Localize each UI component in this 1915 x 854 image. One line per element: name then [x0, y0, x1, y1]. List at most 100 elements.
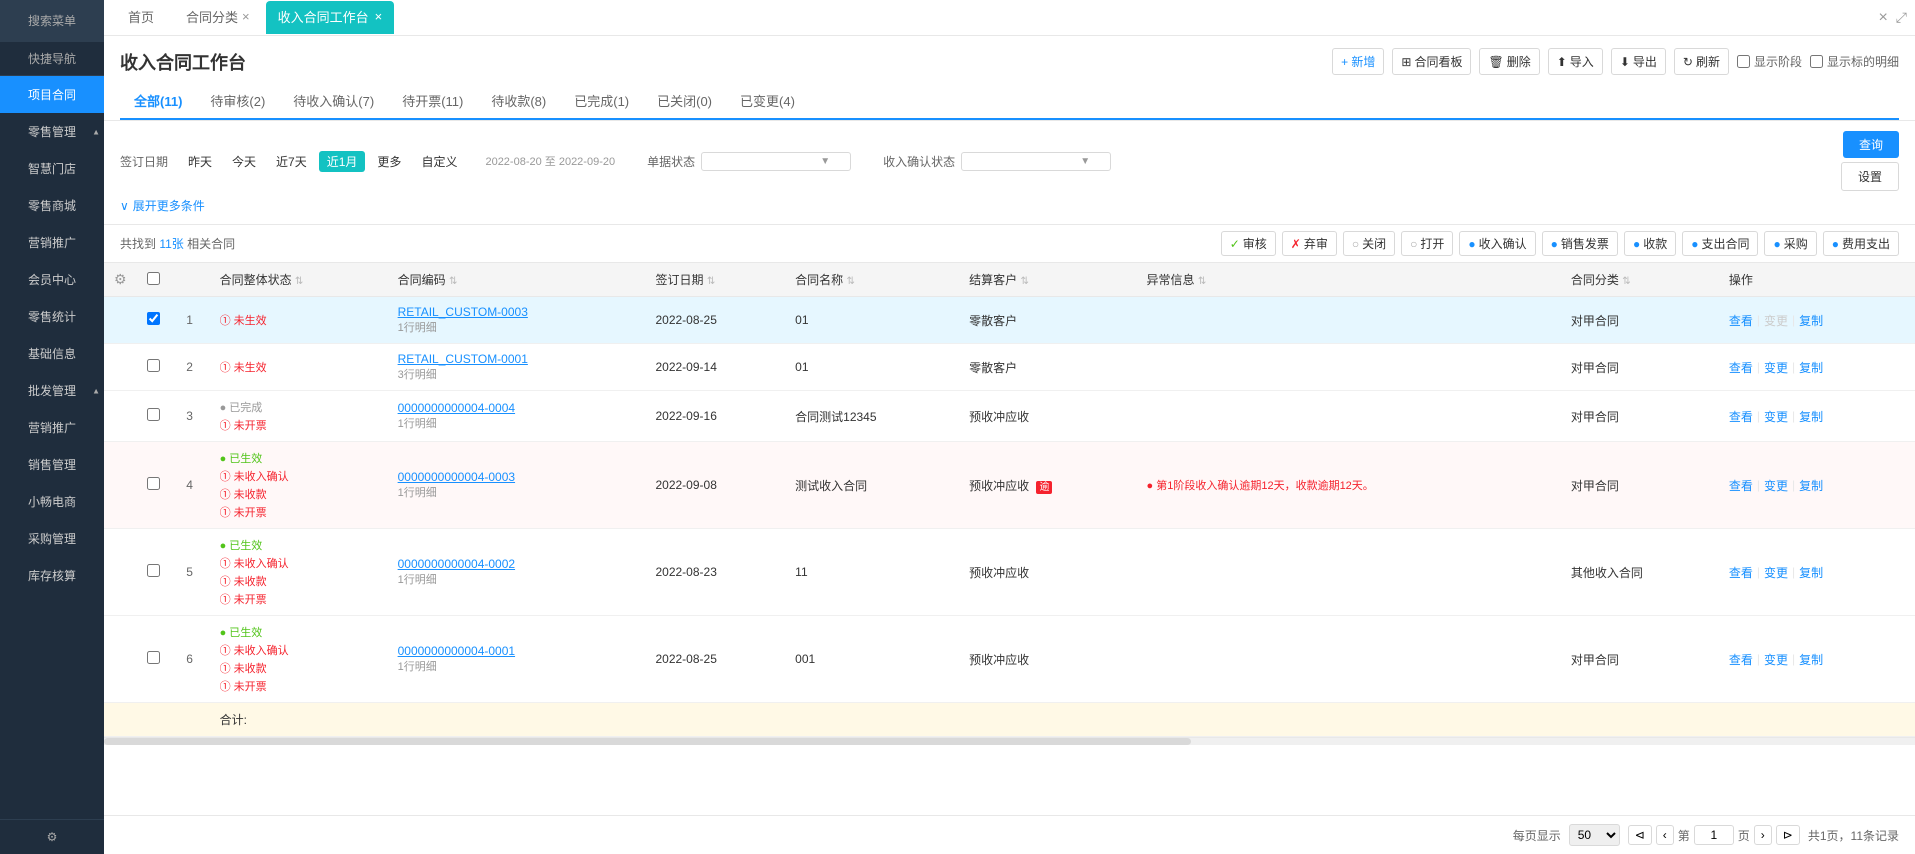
sort-error-icon[interactable]: ⇅	[1198, 276, 1206, 287]
subtab-changed[interactable]: 已变更(4)	[726, 83, 809, 120]
contract-link-6[interactable]: 0000000000004-0001	[398, 644, 515, 658]
row-checkbox-6[interactable]	[147, 651, 160, 664]
sidebar-settings[interactable]: ⚙	[0, 819, 104, 854]
sort-customer-icon[interactable]: ⇅	[1020, 276, 1028, 287]
tab-home[interactable]: 首页	[112, 0, 170, 36]
date-week7[interactable]: 近7天	[268, 151, 315, 172]
next-page-btn[interactable]: ›	[1754, 825, 1772, 845]
sidebar-item-stats[interactable]: 零售统计	[0, 298, 104, 335]
confirm-status-select[interactable]: ▼	[961, 152, 1111, 171]
sort-status-icon[interactable]: ⇅	[295, 276, 303, 287]
status-select[interactable]: ▼	[701, 152, 851, 171]
subtab-pending-invoice[interactable]: 待开票(11)	[388, 83, 477, 120]
op-copy-2[interactable]: 复制	[1799, 359, 1823, 376]
window-maximize-btn[interactable]: ⤢	[1896, 9, 1907, 26]
op-view-3[interactable]: 查看	[1729, 408, 1753, 425]
sidebar-item-member[interactable]: 会员中心	[0, 261, 104, 298]
sort-code-icon[interactable]: ⇅	[449, 276, 457, 287]
op-copy-5[interactable]: 复制	[1799, 564, 1823, 581]
close-btn[interactable]: ○ 关闭	[1343, 231, 1395, 256]
sidebar-item-xiaochang[interactable]: 小畅电商	[0, 483, 104, 520]
tab-close-income[interactable]: ×	[375, 9, 383, 24]
op-copy-6[interactable]: 复制	[1799, 651, 1823, 668]
op-change-5[interactable]: 变更	[1764, 564, 1788, 581]
refresh-button[interactable]: ↻ 刷新	[1674, 48, 1729, 75]
payout-btn[interactable]: ● 支出合同	[1682, 231, 1758, 256]
page-size-select[interactable]: 50 20 100	[1569, 824, 1620, 846]
show-stage-check[interactable]: 显示阶段	[1737, 53, 1802, 70]
import-button[interactable]: ⬆ 导入	[1548, 48, 1603, 75]
row-checkbox-2[interactable]	[147, 359, 160, 372]
op-view-4[interactable]: 查看	[1729, 477, 1753, 494]
op-change-4[interactable]: 变更	[1764, 477, 1788, 494]
sidebar-search[interactable]: 搜索菜单	[0, 0, 104, 42]
last-page-btn[interactable]: ⊳	[1776, 825, 1800, 845]
page-input[interactable]	[1694, 825, 1734, 845]
sidebar-item-sales-mkt[interactable]: 营销推广	[0, 409, 104, 446]
op-copy-1[interactable]: 复制	[1799, 312, 1823, 329]
expand-filter-btn[interactable]: ∨ 展开更多条件	[120, 197, 1899, 214]
open-btn[interactable]: ○ 打开	[1401, 231, 1453, 256]
review-btn[interactable]: ✓ 审核	[1221, 231, 1276, 256]
subtab-all[interactable]: 全部(11)	[120, 83, 196, 120]
sidebar-item-purchase[interactable]: 采购管理	[0, 520, 104, 557]
op-view-1[interactable]: 查看	[1729, 312, 1753, 329]
subtab-completed[interactable]: 已完成(1)	[560, 83, 643, 120]
sales-invoice-btn[interactable]: ● 销售发票	[1542, 231, 1618, 256]
sidebar-item-marketing[interactable]: 营销推广	[0, 224, 104, 261]
sort-name-icon[interactable]: ⇅	[847, 276, 855, 287]
tab-income-workbench[interactable]: 收入合同工作台 ×	[266, 1, 395, 34]
sort-category-icon[interactable]: ⇅	[1622, 276, 1630, 287]
op-change-3[interactable]: 变更	[1764, 408, 1788, 425]
sidebar-item-project[interactable]: 项目合同	[0, 76, 104, 113]
op-change-1[interactable]: 变更	[1764, 312, 1788, 329]
expense-btn[interactable]: ● 费用支出	[1823, 231, 1899, 256]
sidebar-nav[interactable]: 快捷导航	[0, 42, 104, 76]
date-today[interactable]: 今天	[224, 151, 264, 172]
op-view-5[interactable]: 查看	[1729, 564, 1753, 581]
sidebar-item-smart[interactable]: 智慧门店	[0, 150, 104, 187]
sidebar-item-retail[interactable]: 零售管理 ▲	[0, 113, 104, 150]
show-detail-check[interactable]: 显示标的明细	[1810, 53, 1899, 70]
contract-link-2[interactable]: RETAIL_CUSTOM-0001	[398, 352, 528, 366]
sidebar-item-wholesale[interactable]: 批发管理 ▲	[0, 372, 104, 409]
contract-link-3[interactable]: 0000000000004-0004	[398, 401, 515, 415]
export-button[interactable]: ⬇ 导出	[1611, 48, 1666, 75]
row-checkbox-1[interactable]	[147, 312, 160, 325]
tab-contract-cat[interactable]: 合同分类 ×	[170, 0, 266, 36]
purchase-btn[interactable]: ● 采购	[1764, 231, 1816, 256]
delete-button[interactable]: 🗑 删除	[1479, 48, 1539, 75]
op-change-2[interactable]: 变更	[1764, 359, 1788, 376]
op-view-2[interactable]: 查看	[1729, 359, 1753, 376]
sidebar-item-sales-mgr[interactable]: 销售管理	[0, 446, 104, 483]
contract-link-1[interactable]: RETAIL_CUSTOM-0003	[398, 305, 528, 319]
sidebar-item-inventory[interactable]: 库存核算	[0, 557, 104, 594]
query-button[interactable]: 查询	[1843, 131, 1899, 158]
tab-close-contract-cat[interactable]: ×	[242, 9, 250, 24]
op-change-6[interactable]: 变更	[1764, 651, 1788, 668]
prev-page-btn[interactable]: ‹	[1656, 825, 1674, 845]
date-custom[interactable]: 自定义	[413, 151, 465, 172]
date-yesterday[interactable]: 昨天	[180, 151, 220, 172]
op-copy-3[interactable]: 复制	[1799, 408, 1823, 425]
subtab-closed[interactable]: 已关闭(0)	[643, 83, 726, 120]
abandon-btn[interactable]: ✗ 弃审	[1282, 231, 1337, 256]
set-button[interactable]: 设置	[1841, 162, 1899, 191]
op-view-6[interactable]: 查看	[1729, 651, 1753, 668]
window-close-btn[interactable]: ×	[1878, 9, 1887, 27]
table-settings-icon[interactable]: ⚙	[114, 271, 127, 287]
subtab-pending-confirm[interactable]: 待收入确认(7)	[279, 83, 388, 120]
first-page-btn[interactable]: ⊲	[1628, 825, 1652, 845]
sidebar-item-ecommerce[interactable]: 零售商城	[0, 187, 104, 224]
subtab-pending-review[interactable]: 待审核(2)	[196, 83, 279, 120]
op-copy-4[interactable]: 复制	[1799, 477, 1823, 494]
sort-date-icon[interactable]: ⇅	[707, 276, 715, 287]
collect-btn[interactable]: ● 收款	[1624, 231, 1676, 256]
income-confirm-btn[interactable]: ● 收入确认	[1459, 231, 1535, 256]
sidebar-item-basic[interactable]: 基础信息	[0, 335, 104, 372]
date-more[interactable]: 更多	[369, 151, 409, 172]
kanban-button[interactable]: ⊞ 合同看板	[1392, 48, 1471, 75]
row-checkbox-5[interactable]	[147, 564, 160, 577]
select-all-checkbox[interactable]	[147, 272, 160, 285]
contract-link-4[interactable]: 0000000000004-0003	[398, 470, 515, 484]
